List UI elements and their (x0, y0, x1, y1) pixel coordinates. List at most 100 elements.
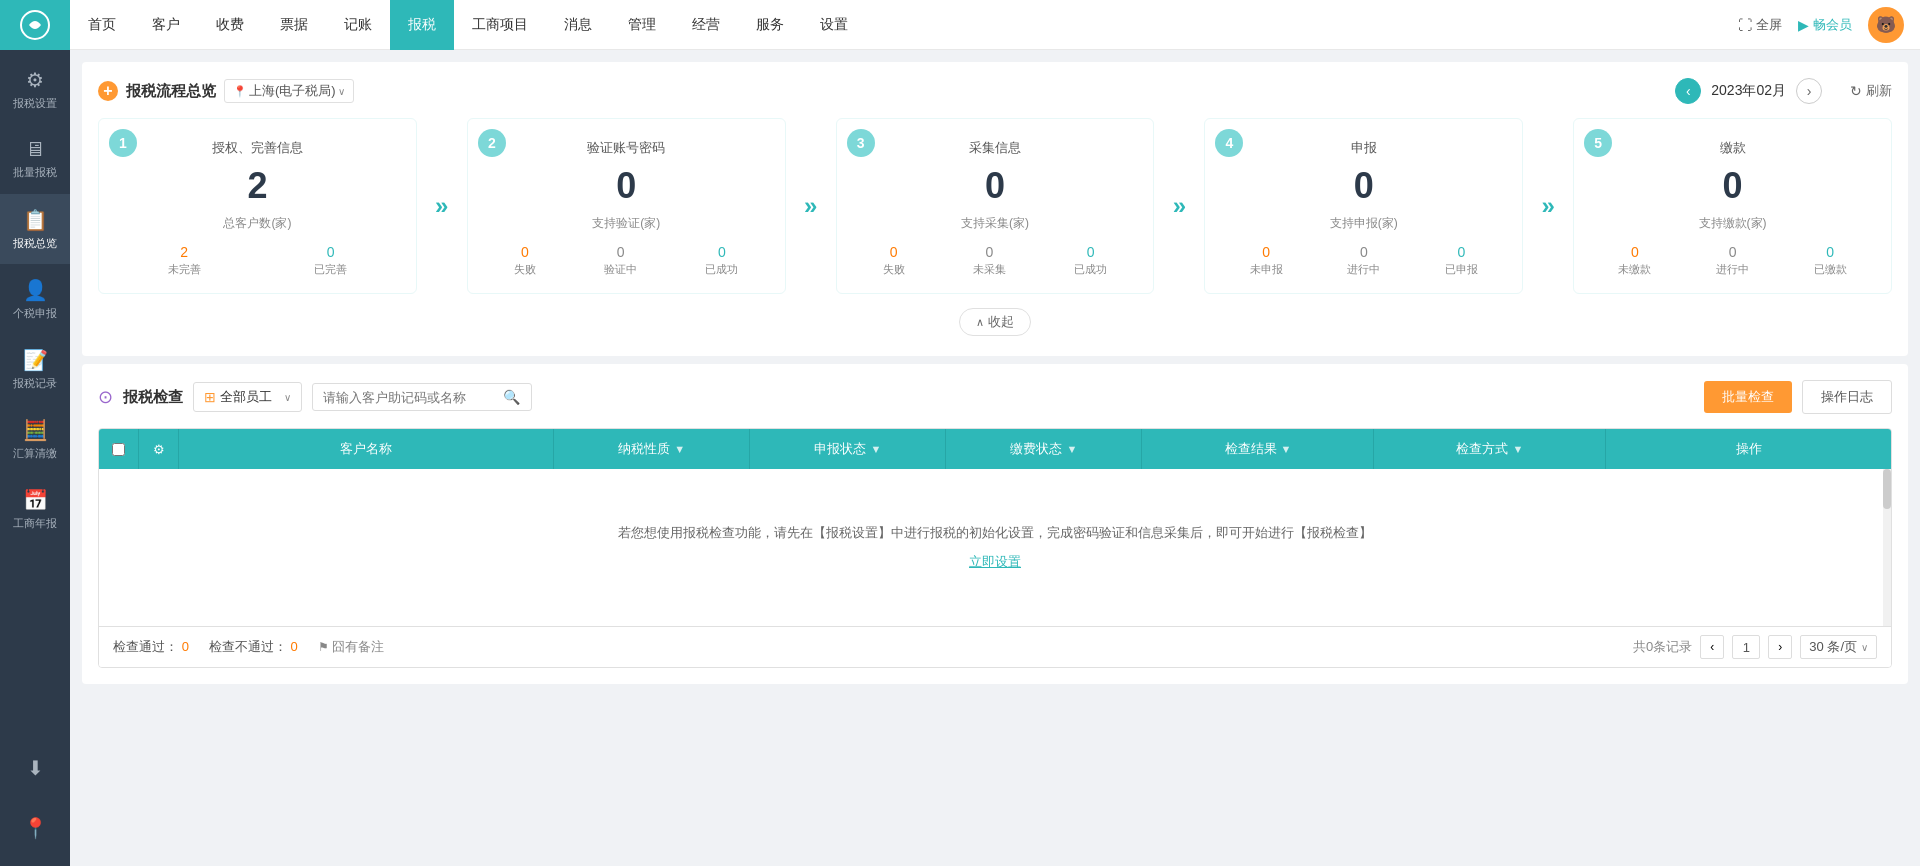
step-sub-1: 总客户数(家) (111, 215, 404, 232)
tax-overview-label: 报税总览 (13, 236, 57, 251)
nav-item-home[interactable]: 首页 (70, 0, 134, 50)
th-pay-status[interactable]: 缴费状态 ▼ (946, 429, 1142, 469)
nav-item-account[interactable]: 记账 (326, 0, 390, 50)
top-nav: 首页 客户 收费 票据 记账 报税 工商项目 消息 管理 经营 服务 设置 (70, 0, 1738, 50)
overview-plus-icon: + (98, 81, 118, 101)
pass-count[interactable]: 0 (182, 639, 189, 654)
search-input[interactable] (323, 390, 503, 405)
fail-count[interactable]: 0 (290, 639, 297, 654)
sidebar-item-tax-settings[interactable]: ⚙ 报税设置 (0, 54, 70, 124)
nav-item-service[interactable]: 服务 (738, 0, 802, 50)
sidebar-item-batch-tax[interactable]: 🖥 批量报税 (0, 124, 70, 194)
employee-select-icon: ⊞ (204, 389, 216, 405)
prev-page-button[interactable]: ‹ (1700, 635, 1724, 659)
fullscreen-icon: ⛶ (1738, 17, 1752, 33)
vip-button[interactable]: ▶ 畅会员 (1798, 16, 1852, 34)
step-big-num-3: 0 (849, 165, 1142, 207)
overview-location[interactable]: 📍 上海(电子税局) ∨ (224, 79, 354, 103)
avatar[interactable]: 🐻 (1868, 7, 1904, 43)
select-all-checkbox[interactable] (112, 443, 125, 456)
tax-records-label: 报税记录 (13, 376, 57, 391)
step-arrow-4: » (1523, 118, 1573, 294)
main-content: + 报税流程总览 📍 上海(电子税局) ∨ ‹ 2023年02月 › ↻ 刷新 (70, 50, 1920, 866)
sidebar-item-tax-overview[interactable]: 📋 报税总览 (0, 194, 70, 264)
step-big-num-4: 0 (1217, 165, 1510, 207)
th-action: 操作 (1606, 429, 1891, 469)
search-icon[interactable]: 🔍 (503, 389, 520, 405)
tax-overview-icon: 📋 (23, 208, 48, 232)
operation-log-button[interactable]: 操作日志 (1802, 380, 1892, 414)
tax-records-icon: 📝 (23, 348, 48, 372)
th-check-method[interactable]: 检查方式 ▼ (1374, 429, 1606, 469)
nav-item-tax[interactable]: 报税 (390, 0, 454, 50)
step-title-3: 采集信息 (849, 139, 1142, 157)
fail-stat: 检查不通过： 0 (209, 638, 298, 656)
nav-item-business[interactable]: 工商项目 (454, 0, 546, 50)
step-num-5: 5 (1584, 129, 1612, 157)
table-empty-state: 若您想使用报税检查功能，请先在【报税设置】中进行报税的初始化设置，完成密码验证和… (99, 469, 1891, 626)
step-card-5: 5 缴款 0 支持缴款(家) 0 未缴款 0 进行中 (1573, 118, 1892, 294)
sidebar-item-settlement[interactable]: 🧮 汇算清缴 (0, 404, 70, 474)
filter-icon-declare: ▼ (870, 443, 881, 455)
logo (0, 0, 70, 50)
collapse-icon: ∧ (976, 316, 984, 329)
annual-report-icon: 📅 (23, 488, 48, 512)
step-title-4: 申报 (1217, 139, 1510, 157)
step-sub-5: 支持缴款(家) (1586, 215, 1879, 232)
nav-item-fee[interactable]: 收费 (198, 0, 262, 50)
arrow-icon-4: » (1542, 192, 1555, 220)
employee-select[interactable]: ⊞ 全部员工 ∨ (193, 382, 302, 412)
filter-icon-result: ▼ (1281, 443, 1292, 455)
next-month-button[interactable]: › (1796, 78, 1822, 104)
nav-item-bill[interactable]: 票据 (262, 0, 326, 50)
sidebar-item-annual-report[interactable]: 📅 工商年报 (0, 474, 70, 544)
arrow-icon-1: » (435, 192, 448, 220)
fullscreen-button[interactable]: ⛶ 全屏 (1738, 16, 1782, 34)
sidebar-item-download[interactable]: ⬇ (0, 738, 70, 798)
check-title: 报税检查 (123, 388, 183, 407)
th-gear[interactable]: ⚙ (139, 429, 179, 469)
steps-row: 1 授权、完善信息 2 总客户数(家) 2 未完善 0 已完善 (98, 118, 1892, 294)
next-page-button[interactable]: › (1768, 635, 1792, 659)
prev-month-button[interactable]: ‹ (1675, 78, 1701, 104)
collapse-button[interactable]: ∧ 收起 (959, 308, 1031, 336)
stat-complete: 0 已完善 (314, 244, 347, 277)
th-tax-nature[interactable]: 纳税性质 ▼ (554, 429, 750, 469)
nav-item-settings[interactable]: 设置 (802, 0, 866, 50)
th-declare-status[interactable]: 申报状态 ▼ (750, 429, 946, 469)
step-sub-4: 支持申报(家) (1217, 215, 1510, 232)
current-page: 1 (1732, 635, 1760, 659)
arrow-icon-3: » (1173, 192, 1186, 220)
personal-tax-label: 个税申报 (13, 306, 57, 321)
step-title-2: 验证账号密码 (480, 139, 773, 157)
location-icon: 📍 (23, 816, 48, 840)
sidebar-item-tax-records[interactable]: 📝 报税记录 (0, 334, 70, 404)
nav-item-operate[interactable]: 经营 (674, 0, 738, 50)
batch-check-button[interactable]: 批量检查 (1704, 381, 1792, 413)
nav-item-manage[interactable]: 管理 (610, 0, 674, 50)
employee-dropdown-icon: ∨ (284, 392, 291, 403)
refresh-button[interactable]: ↻ 刷新 (1850, 82, 1892, 100)
sidebar-item-location[interactable]: 📍 (0, 798, 70, 858)
stat-incomplete: 2 未完善 (168, 244, 201, 277)
scrollbar[interactable] (1883, 469, 1891, 626)
th-check-result[interactable]: 检查结果 ▼ (1142, 429, 1374, 469)
step-arrow-1: » (417, 118, 467, 294)
overview-title: 报税流程总览 (126, 82, 216, 101)
filter-icon-method: ▼ (1512, 443, 1523, 455)
table-body: 若您想使用报税检查功能，请先在【报税设置】中进行报税的初始化设置，完成密码验证和… (99, 469, 1891, 626)
settlement-icon: 🧮 (23, 418, 48, 442)
note-stat: ⚑ 囧有备注 (318, 638, 384, 656)
per-page-select[interactable]: 30 条/页 ∨ (1800, 635, 1877, 659)
sidebar-item-personal-tax[interactable]: 👤 个税申报 (0, 264, 70, 334)
batch-tax-icon: 🖥 (25, 138, 45, 161)
step-big-num-1: 2 (111, 165, 404, 207)
dropdown-chevron-icon: ∨ (338, 86, 345, 97)
step-num-2: 2 (478, 129, 506, 157)
th-checkbox[interactable] (99, 429, 139, 469)
nav-item-client[interactable]: 客户 (134, 0, 198, 50)
setup-link[interactable]: 立即设置 (969, 554, 1021, 569)
refresh-icon: ↻ (1850, 83, 1862, 99)
nav-item-message[interactable]: 消息 (546, 0, 610, 50)
location-pin-icon: 📍 (233, 85, 247, 98)
